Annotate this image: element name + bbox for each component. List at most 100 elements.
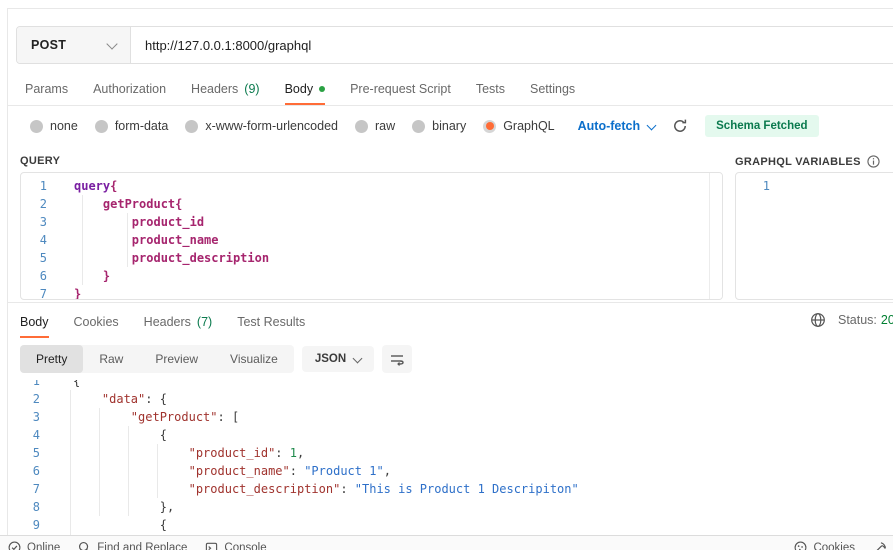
response-tabs: Body Cookies Headers (7) Test Results — [20, 308, 305, 338]
body-type-label: none — [50, 119, 78, 133]
line-number: 4 — [32, 428, 40, 442]
autofetch-label: Auto-fetch — [577, 119, 641, 133]
statusbar-left: Online Find and Replace Console — [8, 541, 267, 550]
code-line: 2 "data": { — [0, 390, 893, 408]
url-input[interactable]: http://127.0.0.1:8000/graphql — [131, 27, 893, 63]
body-type-x-www-form-urlencoded[interactable]: x-www-form-urlencoded — [185, 119, 338, 133]
code-line: 9 { — [0, 516, 893, 534]
tab-body[interactable]: Body — [284, 74, 326, 105]
tab-label: Tests — [475, 81, 505, 96]
wrap-text-button[interactable] — [382, 345, 413, 373]
globe-icon — [811, 313, 825, 327]
cookies-button[interactable]: Cookies — [794, 541, 855, 550]
find-label: Find and Replace — [97, 541, 188, 550]
code-line: 3 "getProduct": [ — [0, 408, 893, 426]
code-line: 4 { — [0, 426, 893, 444]
line-number: 7 — [32, 482, 40, 496]
method-select[interactable]: POST — [17, 27, 131, 63]
code-line: 8 }, — [0, 498, 893, 516]
body-type-label: binary — [432, 119, 467, 133]
radio-selected-icon — [483, 119, 497, 133]
indent-guide — [128, 426, 129, 516]
code-line: 5 product_description — [21, 249, 722, 267]
tab-pre-request-script[interactable]: Pre-request Script — [350, 74, 451, 105]
body-type-label: GraphQL — [503, 119, 555, 133]
headers-count: (7) — [196, 315, 213, 329]
line-number: 5 — [39, 251, 47, 265]
response-view-bar: Pretty Raw Preview Visualize JSON — [20, 345, 413, 373]
line-number: 6 — [32, 464, 40, 478]
tab-response-body[interactable]: Body — [20, 308, 49, 338]
line-number: 7 — [39, 287, 47, 300]
url-bar: POST http://127.0.0.1:8000/graphql — [16, 26, 893, 64]
top-divider — [7, 8, 893, 9]
indent-guide — [157, 444, 158, 498]
code-line: 4 product_name — [21, 231, 722, 249]
tab-label: Authorization — [93, 81, 167, 96]
tab-response-headers[interactable]: Headers (7) — [144, 308, 213, 338]
graphql-variables-editor[interactable]: 1 — [735, 172, 893, 300]
body-type-label: raw — [375, 119, 396, 133]
body-type-form-data[interactable]: form-data — [94, 119, 169, 133]
view-mode-control: Pretty Raw Preview Visualize — [20, 345, 294, 373]
info-icon — [867, 155, 880, 168]
line-number: 1 — [762, 179, 770, 193]
body-type-none[interactable]: none — [30, 119, 78, 133]
console-toggle[interactable]: Console — [205, 541, 267, 550]
online-label: Online — [27, 541, 61, 550]
tab-headers[interactable]: Headers (9) — [191, 74, 260, 105]
refresh-schema-button[interactable] — [672, 118, 688, 134]
console-icon — [206, 542, 218, 550]
body-type-label: form-data — [114, 119, 169, 133]
tab-label: Body — [284, 81, 314, 96]
line-number: 4 — [39, 233, 47, 247]
view-pretty[interactable]: Pretty — [20, 345, 84, 373]
online-status[interactable]: Online — [8, 541, 60, 550]
wrap-text-icon — [391, 355, 404, 366]
code-line: 3 product_id — [21, 213, 722, 231]
view-visualize[interactable]: Visualize — [214, 345, 294, 373]
line-number: 3 — [39, 215, 47, 229]
view-raw[interactable]: Raw — [83, 345, 139, 373]
tab-authorization[interactable]: Authorization — [93, 74, 166, 105]
code-line: 7 "product_description": "This is Produc… — [0, 480, 893, 498]
tab-response-cookies[interactable]: Cookies — [74, 308, 119, 338]
autofetch-dropdown[interactable]: Auto-fetch — [577, 119, 657, 133]
cookie-icon — [794, 541, 807, 550]
tab-params[interactable]: Params — [25, 74, 68, 105]
capture-requests-icon — [876, 542, 886, 550]
code-line: 5 "product_id": 1, — [0, 444, 893, 462]
tab-label: Params — [25, 81, 69, 96]
tab-tests[interactable]: Tests — [476, 74, 505, 105]
radio-icon — [355, 119, 368, 133]
body-type-graphql[interactable]: GraphQL — [483, 119, 555, 133]
tab-label: Test Results — [237, 315, 306, 329]
find-and-replace[interactable]: Find and Replace — [78, 541, 187, 550]
chevron-down-icon — [106, 37, 118, 50]
refresh-icon — [674, 119, 687, 132]
response-body-viewport[interactable]: 1{2 "data": {3 "getProduct": [4 {5 "prod… — [0, 380, 893, 535]
cookies-label: Cookies — [813, 541, 855, 550]
line-number: 1 — [32, 380, 40, 388]
tab-label: Pre-request Script — [350, 81, 451, 96]
query-code: 1 query{2 getProduct{3 product_id 4 produc… — [21, 173, 722, 300]
graphql-variables-label: GRAPHQL VARIABLES — [735, 155, 880, 168]
code-line: 6 } — [21, 267, 722, 285]
capture-requests-button[interactable] — [873, 541, 887, 550]
body-modified-dot-icon — [319, 85, 326, 92]
radio-icon — [412, 119, 426, 133]
tab-label: Cookies — [73, 315, 119, 329]
status-label: Status: — [838, 313, 877, 327]
query-editor[interactable]: 1 query{2 getProduct{3 product_id 4 produc… — [20, 172, 723, 300]
body-type-raw[interactable]: raw — [355, 119, 395, 133]
view-preview[interactable]: Preview — [139, 345, 214, 373]
body-type-binary[interactable]: binary — [412, 119, 466, 133]
tab-settings[interactable]: Settings — [530, 74, 575, 105]
format-select[interactable]: JSON — [301, 346, 375, 372]
tab-label: Body — [20, 315, 49, 329]
line-number: 6 — [39, 269, 47, 283]
chevron-down-icon — [352, 353, 363, 363]
status-value: 200 — [880, 313, 893, 327]
tab-test-results[interactable]: Test Results — [237, 308, 305, 338]
radio-icon — [30, 119, 43, 133]
